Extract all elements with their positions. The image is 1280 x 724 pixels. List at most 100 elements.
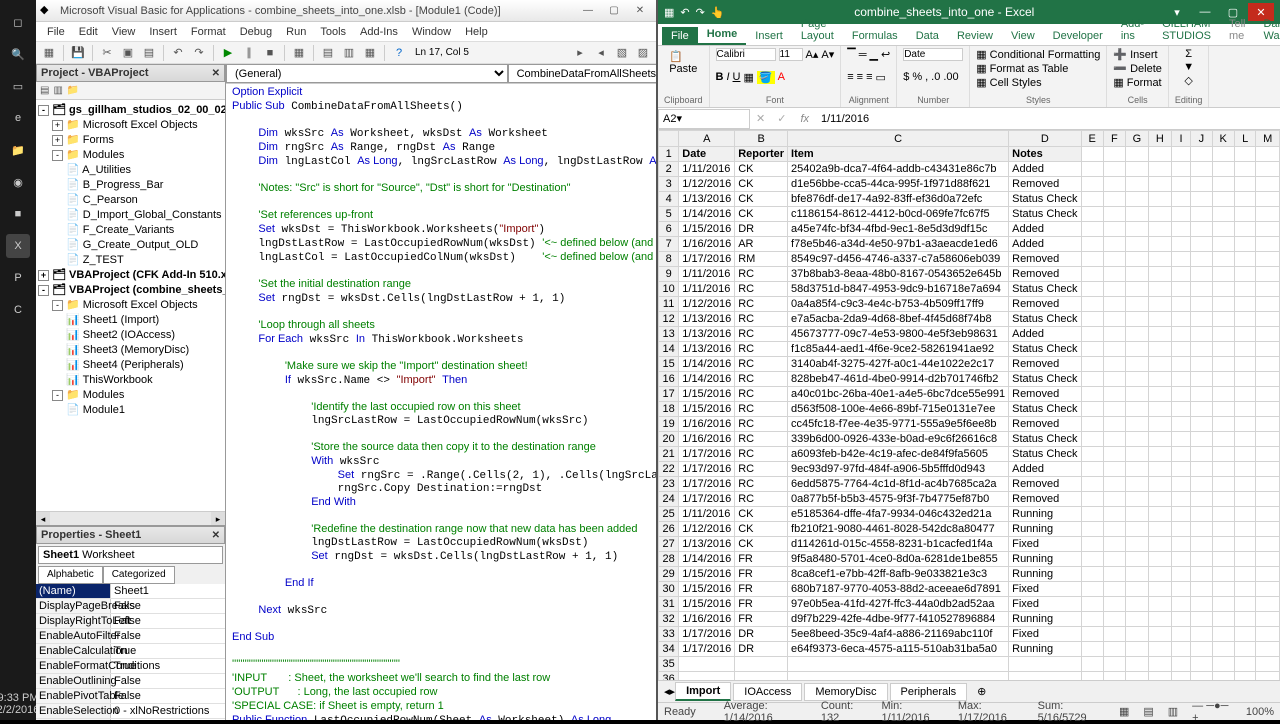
object-browser-icon[interactable]: ▦ bbox=[361, 44, 379, 62]
paste-icon[interactable]: ▤ bbox=[140, 44, 158, 62]
menu-edit[interactable]: Edit bbox=[72, 26, 105, 38]
tab-data[interactable]: Data bbox=[907, 27, 948, 45]
font-color-icon[interactable]: A bbox=[778, 71, 785, 83]
clear-icon[interactable]: ◇ bbox=[1184, 74, 1192, 87]
view-normal-icon[interactable]: ▦ bbox=[1119, 705, 1129, 718]
view-excel-icon[interactable]: ▦ bbox=[40, 44, 58, 62]
menu-view[interactable]: View bbox=[105, 26, 143, 38]
touch-icon[interactable]: 👆 bbox=[711, 6, 725, 19]
app-icon[interactable]: ■ bbox=[6, 202, 30, 226]
format-cells-button[interactable]: ▦ Format bbox=[1113, 76, 1161, 89]
menu-debug[interactable]: Debug bbox=[233, 26, 279, 38]
insert-cells-button[interactable]: ➕ Insert bbox=[1113, 48, 1157, 61]
dec-dec-icon[interactable]: .00 bbox=[943, 71, 958, 83]
close-props-icon[interactable]: ✕ bbox=[212, 530, 220, 541]
code-object-combo[interactable]: (General) bbox=[226, 64, 508, 83]
align-bot-icon[interactable]: ▁ bbox=[870, 48, 878, 61]
table-fmt-button[interactable]: ▦ Format as Table bbox=[976, 62, 1068, 75]
taskview-icon[interactable]: ▭ bbox=[6, 74, 30, 98]
project-tree[interactable]: -🗂 gs_gillham_studios_02_00_02 +📁 Micros… bbox=[36, 100, 225, 511]
align-center-icon[interactable]: ≡ bbox=[857, 71, 863, 83]
undo-icon[interactable]: ↶ bbox=[169, 44, 187, 62]
close-panel-icon[interactable]: ✕ bbox=[212, 68, 220, 79]
currency-icon[interactable]: $ bbox=[903, 71, 909, 83]
cut-icon[interactable]: ✂ bbox=[98, 44, 116, 62]
tab-gillham[interactable]: GILLHAM STUDIOS bbox=[1153, 15, 1220, 45]
tab-addins[interactable]: Add-ins bbox=[1112, 15, 1153, 45]
close-button[interactable]: ✕ bbox=[628, 3, 652, 19]
uncomment-icon[interactable]: ▨ bbox=[634, 44, 652, 62]
outdent-icon[interactable]: ◂ bbox=[592, 44, 610, 62]
fill-color-icon[interactable]: 🪣 bbox=[757, 71, 775, 84]
autosum-icon[interactable]: Σ bbox=[1185, 48, 1192, 60]
account-name[interactable]: Dan Wag… bbox=[1254, 15, 1280, 45]
code-editor[interactable]: Option Explicit Public Sub CombineDataFr… bbox=[226, 84, 656, 720]
cond-fmt-button[interactable]: ▦ Conditional Formatting bbox=[976, 48, 1100, 61]
align-left-icon[interactable]: ≡ bbox=[847, 71, 853, 83]
properties-object-combo[interactable]: Sheet1 Worksheet bbox=[38, 546, 223, 564]
redo-icon[interactable]: ↷ bbox=[696, 6, 705, 19]
tab-pagelayout[interactable]: Page Layout bbox=[792, 15, 843, 45]
minimize-button[interactable]: — bbox=[576, 3, 600, 19]
view-pagelayout-icon[interactable]: ▤ bbox=[1143, 705, 1153, 718]
properties-icon[interactable]: ▥ bbox=[340, 44, 358, 62]
sheet-tab-memory[interactable]: MemoryDisc bbox=[804, 683, 887, 701]
align-mid-icon[interactable]: ═ bbox=[859, 49, 867, 61]
excel-icon[interactable]: X bbox=[6, 234, 30, 258]
edge-icon[interactable]: e bbox=[6, 106, 30, 130]
view-pagebreak-icon[interactable]: ▥ bbox=[1168, 705, 1178, 718]
properties-grid[interactable]: (Name)Sheet1DisplayPageBreaksFalseDispla… bbox=[36, 584, 225, 720]
tab-formulas[interactable]: Formulas bbox=[843, 27, 907, 45]
cell-styles-button[interactable]: ▦ Cell Styles bbox=[976, 76, 1041, 89]
chrome-icon[interactable]: ◉ bbox=[6, 170, 30, 194]
camtasia-icon[interactable]: C bbox=[6, 298, 30, 322]
break-icon[interactable]: ∥ bbox=[240, 44, 258, 62]
tab-insert[interactable]: Insert bbox=[746, 27, 792, 45]
tab-file[interactable]: File bbox=[662, 27, 698, 45]
project-explorer-icon[interactable]: ▤ bbox=[319, 44, 337, 62]
search-icon[interactable]: 🔍 bbox=[6, 42, 30, 66]
align-top-icon[interactable]: ▔ bbox=[847, 48, 855, 61]
font-name-input[interactable] bbox=[716, 48, 776, 61]
underline-button[interactable]: U bbox=[733, 71, 741, 83]
font-size-input[interactable] bbox=[779, 48, 803, 61]
menu-file[interactable]: File bbox=[40, 26, 72, 38]
border-icon[interactable]: ▦ bbox=[744, 71, 754, 84]
zoom-level[interactable]: 100% bbox=[1246, 706, 1274, 718]
menu-run[interactable]: Run bbox=[279, 26, 313, 38]
view-code-icon[interactable]: ▤ bbox=[40, 85, 49, 96]
menu-format[interactable]: Format bbox=[184, 26, 233, 38]
tab-tellme[interactable]: Tell me bbox=[1220, 15, 1255, 45]
help-icon[interactable]: ? bbox=[390, 44, 408, 62]
design-icon[interactable]: ▦ bbox=[290, 44, 308, 62]
menu-addins[interactable]: Add-Ins bbox=[353, 26, 405, 38]
tab-home[interactable]: Home bbox=[698, 25, 747, 45]
wrap-icon[interactable]: ↩ bbox=[881, 48, 890, 61]
fx-icon[interactable]: fx bbox=[792, 113, 817, 125]
powerpoint-icon[interactable]: P bbox=[6, 266, 30, 290]
run-icon[interactable]: ▶ bbox=[219, 44, 237, 62]
menu-insert[interactable]: Insert bbox=[142, 26, 184, 38]
cancel-icon[interactable]: ✕ bbox=[750, 112, 771, 125]
align-right-icon[interactable]: ≡ bbox=[866, 71, 872, 83]
name-box[interactable]: A2 ▾ bbox=[658, 109, 750, 129]
fill-icon[interactable]: ▼ bbox=[1183, 61, 1194, 73]
increase-font-icon[interactable]: A▴ bbox=[806, 48, 819, 61]
tab-review[interactable]: Review bbox=[948, 27, 1002, 45]
delete-cells-button[interactable]: ➖ Delete bbox=[1113, 62, 1162, 75]
merge-icon[interactable]: ▭ bbox=[876, 71, 886, 84]
reset-icon[interactable]: ■ bbox=[261, 44, 279, 62]
code-proc-combo[interactable]: CombineDataFromAllSheets bbox=[508, 64, 656, 83]
formula-value[interactable]: 1/11/2016 bbox=[817, 113, 1280, 125]
paste-button[interactable]: 📋Paste bbox=[664, 48, 703, 77]
props-tab-alpha[interactable]: Alphabetic bbox=[38, 566, 103, 584]
number-format-combo[interactable] bbox=[903, 48, 963, 61]
enter-icon[interactable]: ✓ bbox=[771, 112, 792, 125]
percent-icon[interactable]: % bbox=[912, 71, 922, 83]
props-tab-cat[interactable]: Categorized bbox=[103, 566, 175, 584]
explorer-icon[interactable]: 📁 bbox=[6, 138, 30, 162]
taskbar-clock[interactable]: 9:33 PM 2/2/2016 bbox=[0, 688, 39, 720]
view-object-icon[interactable]: ▥ bbox=[53, 85, 62, 96]
menu-tools[interactable]: Tools bbox=[313, 26, 353, 38]
menu-window[interactable]: Window bbox=[405, 26, 458, 38]
